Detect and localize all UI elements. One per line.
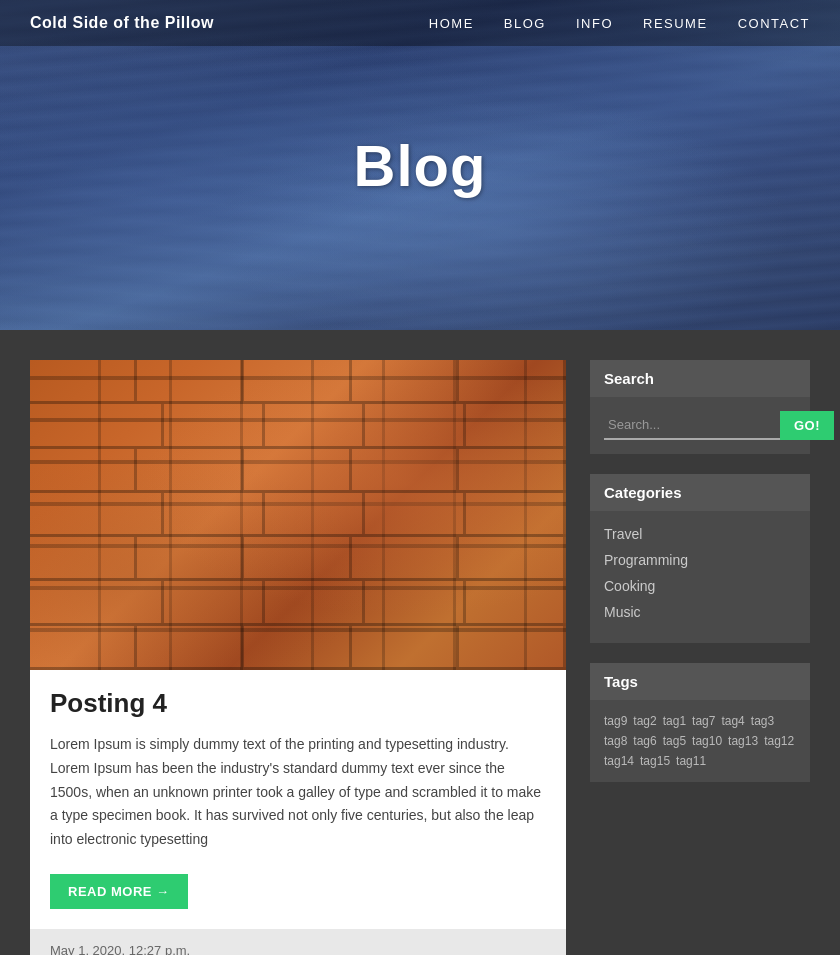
- category-link[interactable]: Cooking: [604, 578, 655, 594]
- categories-widget: Categories Travel Programming Cooking Music: [590, 474, 810, 643]
- nav-item-home[interactable]: HOME: [429, 16, 474, 31]
- tag[interactable]: tag4: [721, 714, 744, 728]
- tag[interactable]: tag1: [663, 714, 686, 728]
- nav-item-resume[interactable]: RESUME: [643, 16, 708, 31]
- search-button[interactable]: GO!: [780, 411, 834, 440]
- search-widget: Search GO!: [590, 360, 810, 454]
- category-link[interactable]: Travel: [604, 526, 642, 542]
- categories-widget-title: Categories: [590, 474, 810, 511]
- tag[interactable]: tag10: [692, 734, 722, 748]
- categories-widget-body: Travel Programming Cooking Music: [590, 511, 810, 643]
- nav-item-info[interactable]: INFO: [576, 16, 613, 31]
- tag[interactable]: tag7: [692, 714, 715, 728]
- list-item: Music: [604, 603, 796, 621]
- list-item: Programming: [604, 551, 796, 569]
- tag[interactable]: tag5: [663, 734, 686, 748]
- tag[interactable]: tag12: [764, 734, 794, 748]
- category-link[interactable]: Programming: [604, 552, 688, 568]
- search-widget-body: GO!: [590, 397, 810, 454]
- post-card: Posting 4 Lorem Ipsum is simply dummy te…: [30, 360, 566, 955]
- post-title: Posting 4: [50, 688, 546, 719]
- tag[interactable]: tag15: [640, 754, 670, 768]
- category-list: Travel Programming Cooking Music: [604, 525, 796, 621]
- list-item: Travel: [604, 525, 796, 543]
- post-excerpt: Lorem Ipsum is simply dummy text of the …: [50, 733, 546, 852]
- tags-widget-body: tag9 tag2 tag1 tag7 tag4 tag3 tag8 tag6 tag5 tag1…: [590, 700, 810, 782]
- sidebar: Search GO! Categories TravelProgrammingC…: [590, 360, 810, 802]
- tag[interactable]: tag2: [633, 714, 656, 728]
- search-input[interactable]: [604, 411, 780, 440]
- main-nav: HOME BLOG INFO RESUME CONTACT: [429, 16, 810, 31]
- hero-title: Blog: [354, 132, 487, 199]
- post-meta: May 1, 2020, 12:27 p.m.: [30, 929, 566, 955]
- nav-item-contact[interactable]: CONTACT: [738, 16, 810, 31]
- tag[interactable]: tag11: [676, 754, 706, 768]
- tag[interactable]: tag6: [633, 734, 656, 748]
- hero-section: Blog: [0, 0, 840, 330]
- site-logo[interactable]: Cold Side of the Pillow: [30, 14, 214, 32]
- tags-container: tag9 tag2 tag1 tag7 tag4 tag3 tag8 tag6 tag5 tag1…: [604, 714, 796, 768]
- tags-widget: Tags tag9tag2tag1tag7tag4tag3tag8tag6tag…: [590, 663, 810, 782]
- post-content: Posting 4 Lorem Ipsum is simply dummy te…: [30, 670, 566, 929]
- tag[interactable]: tag14: [604, 754, 634, 768]
- nav-item-blog[interactable]: BLOG: [504, 16, 546, 31]
- read-more-button[interactable]: READ MORE →: [50, 874, 188, 909]
- brick-overlay: [30, 360, 566, 670]
- main-content: Posting 4 Lorem Ipsum is simply dummy te…: [0, 330, 840, 955]
- tag[interactable]: tag8: [604, 734, 627, 748]
- post-area: Posting 4 Lorem Ipsum is simply dummy te…: [30, 360, 566, 955]
- list-item: Cooking: [604, 577, 796, 595]
- tag[interactable]: tag3: [751, 714, 774, 728]
- post-image: [30, 360, 566, 670]
- site-header: Cold Side of the Pillow HOME BLOG INFO RESU…: [0, 0, 840, 46]
- search-widget-title: Search: [590, 360, 810, 397]
- search-form: GO!: [604, 411, 796, 440]
- category-link[interactable]: Music: [604, 604, 641, 620]
- tags-widget-title: Tags: [590, 663, 810, 700]
- tag[interactable]: tag13: [728, 734, 758, 748]
- tag[interactable]: tag9: [604, 714, 627, 728]
